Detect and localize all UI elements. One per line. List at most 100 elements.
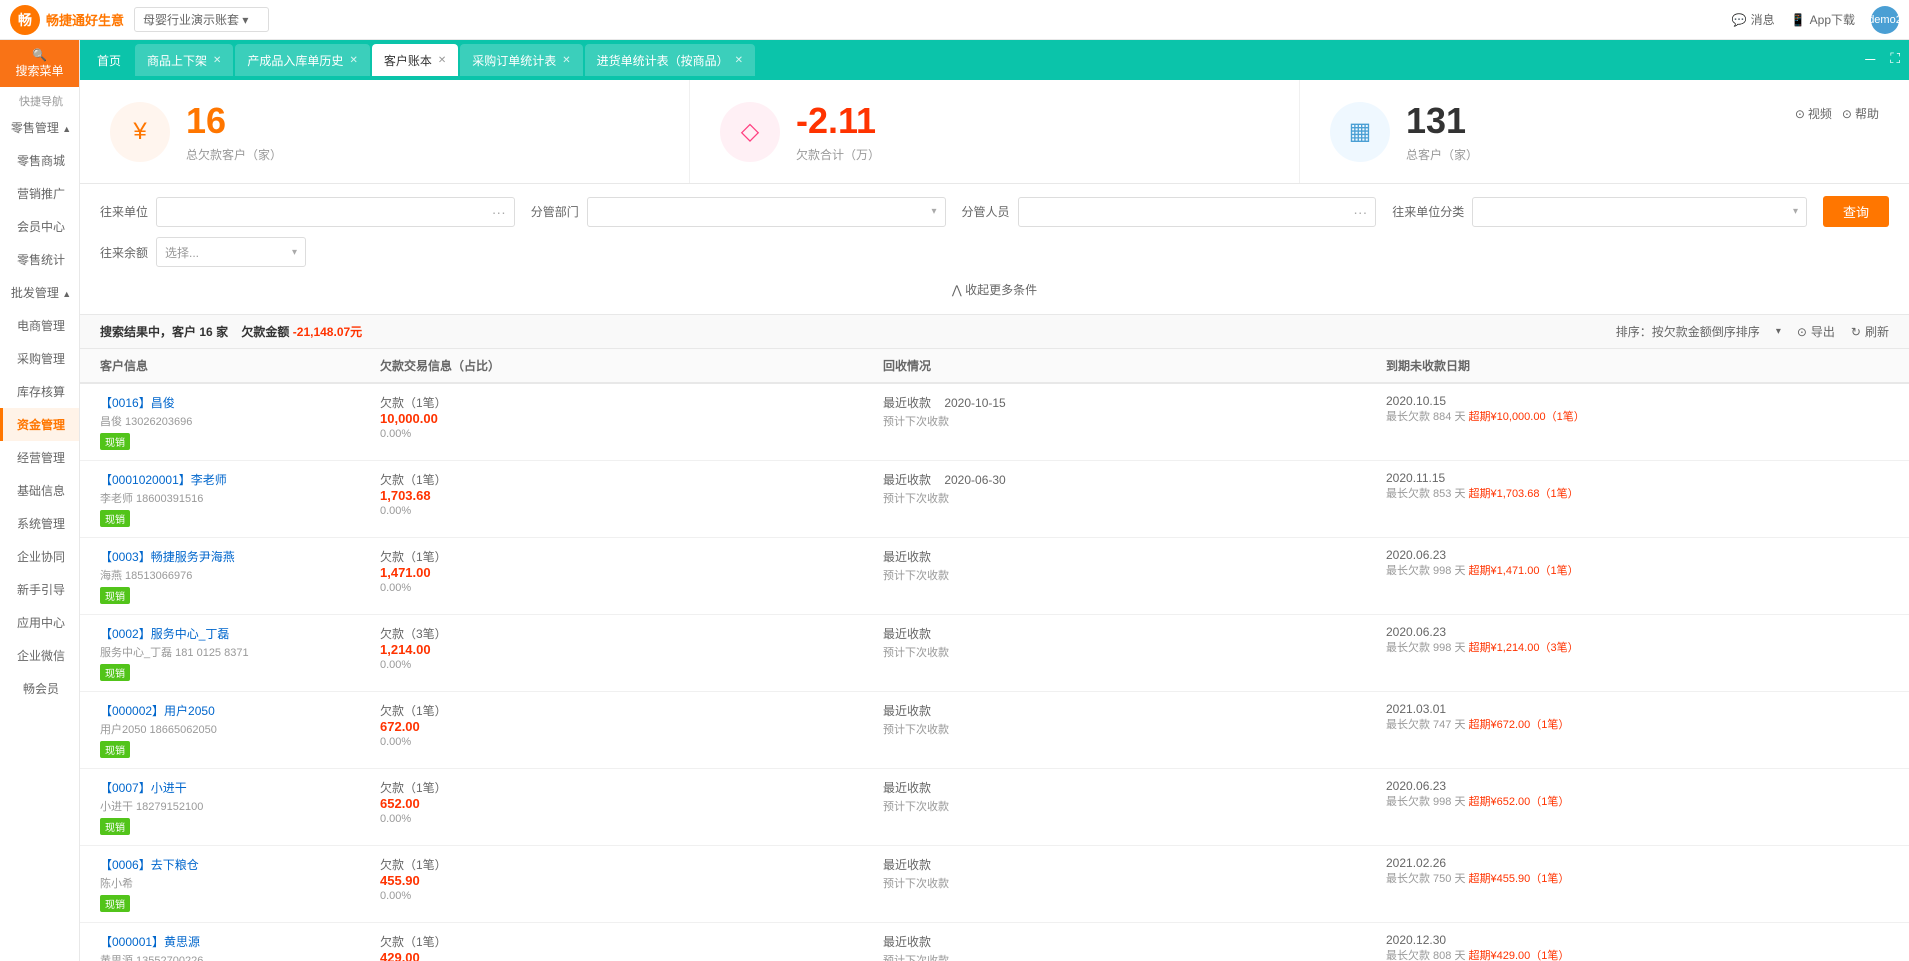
customer-name-8[interactable]: 【000001】黄思源 [100, 933, 380, 950]
balance-select[interactable]: 选择... ▾ [156, 237, 306, 267]
tab-minimize-button[interactable]: － [1859, 50, 1881, 70]
cell-recovery-1: 最近收款 2020-10-15 预计下次收款 [883, 394, 1386, 429]
cell-recovery-5: 最近收款 预计下次收款 [883, 702, 1386, 737]
tab-product-toggle[interactable]: 商品上下架 ✕ [135, 44, 233, 76]
debt-count-4: 欠款（3笔） [380, 625, 883, 642]
person-group: 分管人员 ··· [962, 197, 1377, 227]
max-days-2: 最长欠款 853 天 超期¥1,703.68（1笔） [1386, 485, 1889, 501]
tab-customer-account[interactable]: 客户账本 ✕ [372, 44, 458, 76]
message-button[interactable]: 💬 消息 [1732, 11, 1775, 28]
tab-inbound-summary[interactable]: 进货单统计表（按商品） ✕ [585, 44, 755, 76]
filter-area: 往来单位 ··· 分管部门 ▾ 分管人员 [80, 184, 1909, 315]
chevron-down-icon: ▾ [1776, 326, 1781, 337]
cell-customer-5: 【000002】用户2050 用户2050 18665062050 现销 [100, 702, 380, 758]
next-label-2: 预计下次收款 [883, 490, 1386, 506]
dept-select[interactable]: ▾ [587, 197, 946, 227]
cell-customer-2: 【0001020001】李老师 李老师 18600391516 现销 [100, 471, 380, 527]
debt-amount-5: 672.00 [380, 719, 883, 734]
export-button[interactable]: ⊙ 导出 [1797, 323, 1835, 340]
person-input[interactable]: ··· [1018, 197, 1377, 227]
tab-product-history-close[interactable]: ✕ [349, 55, 357, 66]
cell-debt-7: 欠款（1笔） 455.90 0.00% [380, 856, 883, 902]
customer-name-5[interactable]: 【000002】用户2050 [100, 702, 380, 719]
next-label-3: 预计下次收款 [883, 567, 1386, 583]
next-label-6: 预计下次收款 [883, 798, 1386, 814]
sidebar-item-basic-info[interactable]: 基础信息 [0, 474, 79, 507]
cell-customer-4: 【0002】服务中心_丁磊 服务中心_丁磊 181 0125 8371 现销 [100, 625, 380, 681]
sidebar-item-retail-mgmt[interactable]: 零售管理 ▲ [0, 111, 79, 144]
sidebar-item-new-guide[interactable]: 新手引导 [0, 573, 79, 606]
cell-recovery-8: 最近收款 预计下次收款 [883, 933, 1386, 961]
tab-product-toggle-close[interactable]: ✕ [213, 55, 221, 66]
customer-name-2[interactable]: 【0001020001】李老师 [100, 471, 380, 488]
source-unit-input[interactable]: ··· [156, 197, 515, 227]
tab-product-history[interactable]: 产成品入库单历史 ✕ [235, 44, 369, 76]
video-action[interactable]: ⊙ 视频 [1795, 105, 1832, 122]
stat-icon-1: ¥ [110, 102, 170, 162]
sidebar-search[interactable]: 🔍 搜索菜单 [0, 40, 79, 87]
sidebar-item-marketing[interactable]: 营销推广 [0, 177, 79, 210]
customer-name-1[interactable]: 【0016】昌俊 [100, 394, 380, 411]
export-icon: ⊙ [1797, 325, 1807, 339]
collapse-icon: ⋀ [952, 283, 962, 297]
sidebar-item-operations[interactable]: 经营管理 [0, 441, 79, 474]
sidebar-item-members[interactable]: 会员中心 [0, 210, 79, 243]
table-row: 【000001】黄思源 黄思源 13552700226 现销 欠款（1笔） 42… [80, 923, 1909, 961]
sidebar-item-vip-member[interactable]: 畅会员 [0, 672, 79, 705]
cell-recovery-7: 最近收款 预计下次收款 [883, 856, 1386, 891]
overdue-5: 超期¥672.00（1笔） [1469, 719, 1570, 731]
avatar: demo2 [1871, 6, 1899, 34]
tab-home[interactable]: 首页 [85, 44, 133, 76]
sidebar-item-retail-stats[interactable]: 零售统计 [0, 243, 79, 276]
search-button[interactable]: 查询 [1823, 196, 1889, 227]
debt-amount-2: 1,703.68 [380, 488, 883, 503]
app-download-button[interactable]: 📱 App下载 [1791, 11, 1855, 28]
customer-name-3[interactable]: 【0003】畅捷服务尹海燕 [100, 548, 380, 565]
customer-name-7[interactable]: 【0006】去下粮仓 [100, 856, 380, 873]
industry-selector[interactable]: 母婴行业演示账套 ▾ [134, 7, 269, 32]
table-row: 【0002】服务中心_丁磊 服务中心_丁磊 181 0125 8371 现销 欠… [80, 615, 1909, 692]
sidebar-item-enterprise-collab[interactable]: 企业协同 [0, 540, 79, 573]
tab-product-toggle-label: 商品上下架 [147, 52, 207, 69]
customer-sub-7: 陈小希 [100, 875, 380, 891]
debt-amount-4: 1,214.00 [380, 642, 883, 657]
sidebar-item-inventory[interactable]: 库存核算 [0, 375, 79, 408]
due-date-4: 2020.06.23 [1386, 625, 1889, 639]
due-date-8: 2020.12.30 [1386, 933, 1889, 947]
unit-category-select[interactable]: ▾ [1472, 197, 1807, 227]
logo-text: 畅捷通好生意 [46, 10, 124, 29]
debt-count-7: 欠款（1笔） [380, 856, 883, 873]
customer-name-4[interactable]: 【0002】服务中心_丁磊 [100, 625, 380, 642]
stat-icon-3: ▦ [1330, 102, 1390, 162]
tab-purchase-summary[interactable]: 采购订单统计表 ✕ [460, 44, 582, 76]
refresh-button[interactable]: ↻ 刷新 [1851, 323, 1889, 340]
cell-debt-3: 欠款（1笔） 1,471.00 0.00% [380, 548, 883, 594]
sidebar-item-batch-mgmt[interactable]: 批发管理 ▲ [0, 276, 79, 309]
collapse-row[interactable]: ⋀ 收起更多条件 [100, 277, 1889, 302]
cell-due-7: 2021.02.26 最长欠款 750 天 超期¥455.90（1笔） [1386, 856, 1889, 886]
result-amount: -21,148.07元 [293, 325, 362, 339]
sidebar-item-ecommerce[interactable]: 电商管理 [0, 309, 79, 342]
stat-label-2: 欠款合计（万） [796, 146, 880, 163]
sidebar-item-purchase[interactable]: 采购管理 [0, 342, 79, 375]
tab-maximize-button[interactable]: ⛶ [1886, 50, 1904, 70]
user-profile[interactable]: demo2 [1871, 6, 1899, 34]
tab-customer-account-close[interactable]: ✕ [438, 55, 446, 66]
balance-arrow: ▾ [292, 247, 297, 258]
sidebar-item-system[interactable]: 系统管理 [0, 507, 79, 540]
sidebar-item-app-center[interactable]: 应用中心 [0, 606, 79, 639]
sort-label[interactable]: 排序：按欠款金额倒序排序 [1616, 323, 1760, 340]
sidebar-item-enterprise-wechat[interactable]: 企业微信 [0, 639, 79, 672]
debt-amount-3: 1,471.00 [380, 565, 883, 580]
help-action[interactable]: ⊙ 帮助 [1842, 105, 1879, 122]
yuan-icon: ¥ [133, 118, 146, 146]
recent-label-8: 最近收款 [883, 933, 1386, 950]
tab-inbound-summary-close[interactable]: ✕ [735, 55, 743, 66]
sidebar-item-retail-store[interactable]: 零售商城 [0, 144, 79, 177]
refresh-icon: ↻ [1851, 325, 1861, 339]
sidebar-item-finance[interactable]: 资金管理 [0, 408, 79, 441]
customer-name-6[interactable]: 【0007】小进干 [100, 779, 380, 796]
tab-purchase-summary-close[interactable]: ✕ [562, 55, 570, 66]
unit-category-arrow: ▾ [1793, 206, 1798, 217]
debt-amount-7: 455.90 [380, 873, 883, 888]
